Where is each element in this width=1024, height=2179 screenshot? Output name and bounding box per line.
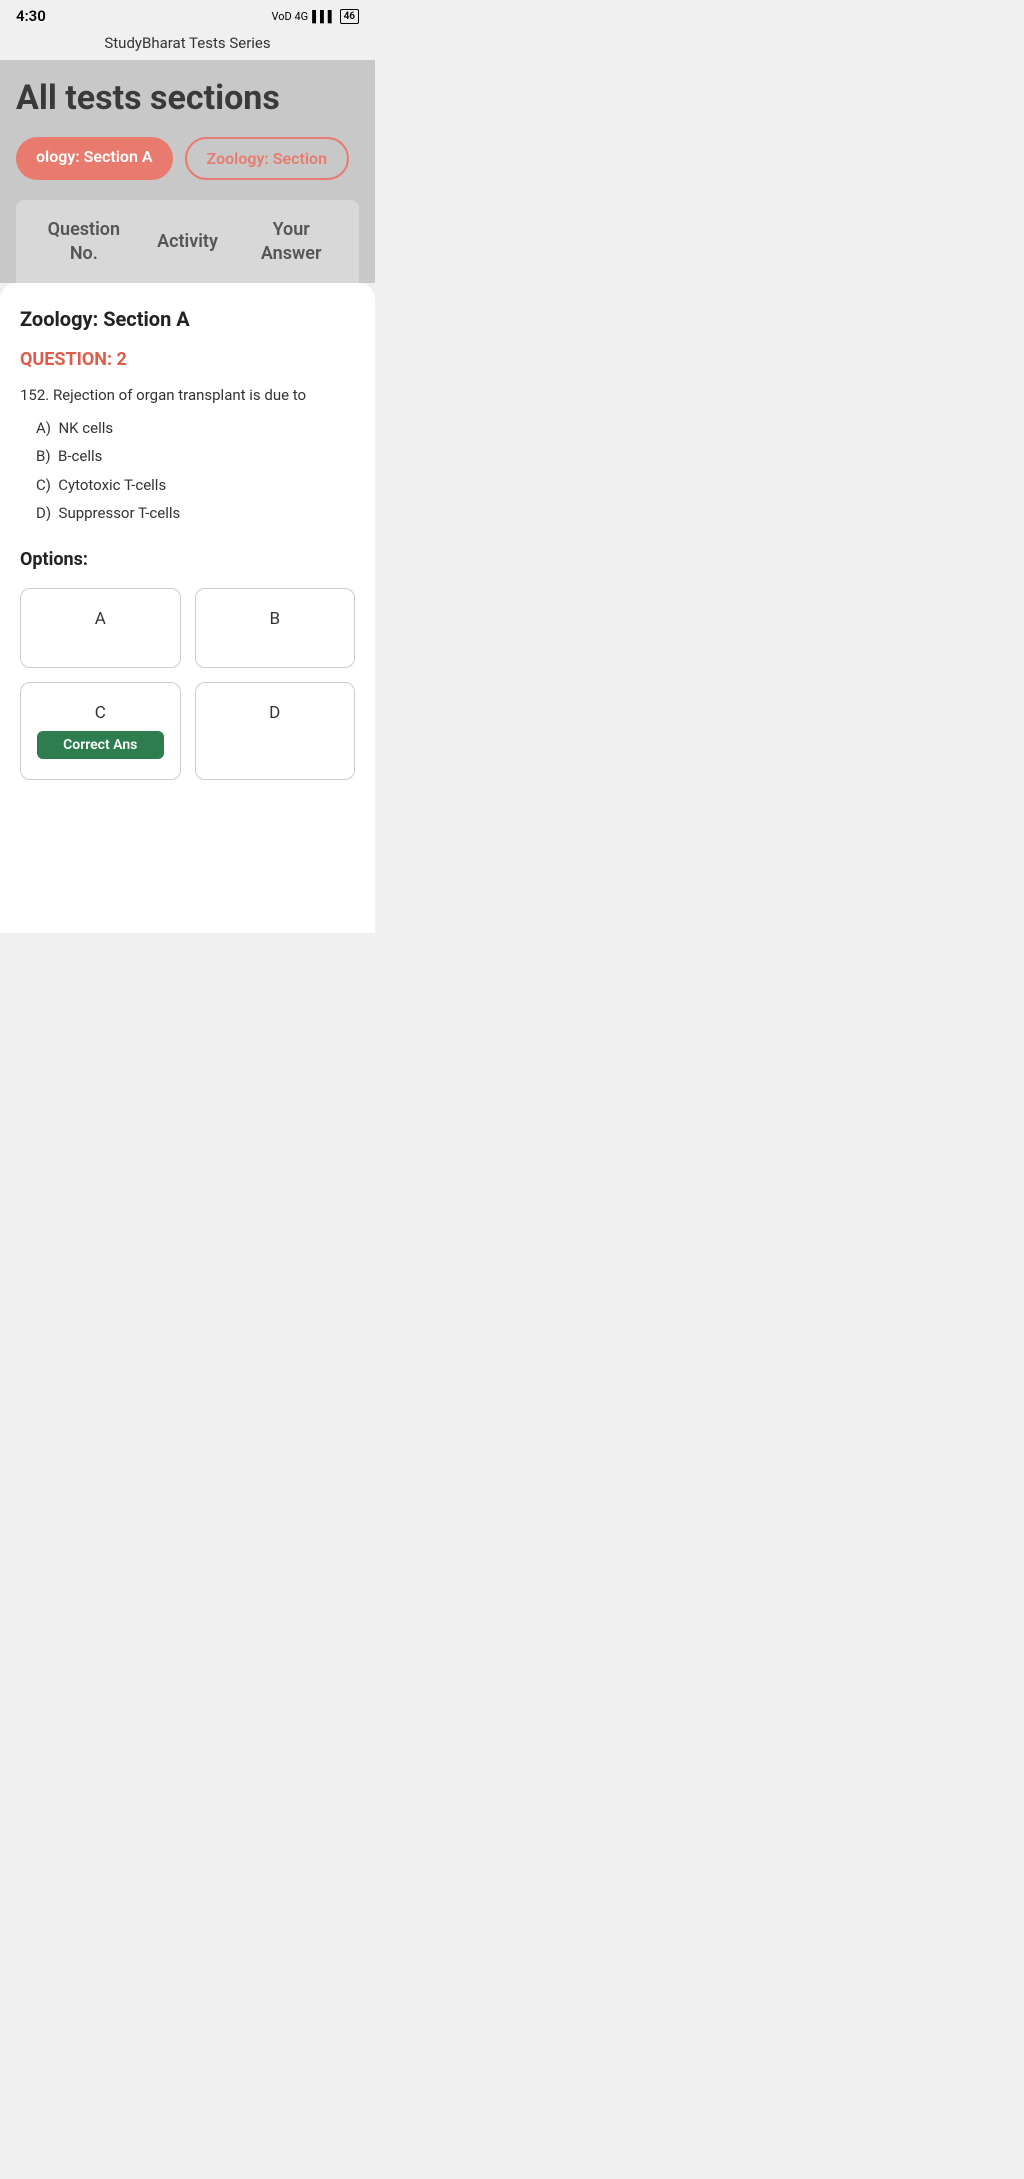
section-tabs: ology: Section A Zoology: Section: [16, 137, 359, 180]
signal-bars: ▌▌▌: [312, 10, 335, 23]
col-activity: Activity: [136, 230, 240, 253]
answer-option-d[interactable]: D: [195, 682, 356, 780]
question-card: Zoology: Section A QUESTION: 2 152. Reje…: [0, 283, 375, 933]
question-text: 152. Rejection of organ transplant is du…: [20, 384, 355, 407]
answer-option-a[interactable]: A: [20, 588, 181, 668]
answer-option-c[interactable]: C Correct Ans: [20, 682, 181, 780]
table-header: QuestionNo. Activity YourAnswer: [16, 200, 359, 283]
status-icons: VoD 4G ▌▌▌ 46: [272, 9, 359, 24]
options-grid: A B C Correct Ans D: [20, 588, 355, 780]
app-header: StudyBharat Tests Series: [0, 28, 375, 60]
option-b: B) B-cells: [36, 445, 355, 468]
tab-zoology-section[interactable]: Zoology: Section: [185, 137, 349, 180]
option-c: C) Cytotoxic T-cells: [36, 474, 355, 497]
answer-option-b[interactable]: B: [195, 588, 356, 668]
col-question-no: QuestionNo.: [32, 218, 136, 265]
section-label: Zoology: Section A: [20, 307, 355, 331]
tab-botany-section-a[interactable]: ology: Section A: [16, 137, 173, 180]
options-label: Options:: [20, 549, 355, 570]
status-bar: 4:30 VoD 4G ▌▌▌ 46: [0, 0, 375, 28]
col-your-answer: YourAnswer: [239, 218, 343, 265]
bg-section: All tests sections ology: Section A Zool…: [0, 60, 375, 283]
question-number: QUESTION: 2: [20, 349, 355, 370]
status-time: 4:30: [16, 7, 46, 25]
app-title: StudyBharat Tests Series: [104, 34, 270, 52]
option-a: A) NK cells: [36, 417, 355, 440]
correct-ans-badge: Correct Ans: [37, 731, 164, 759]
page-title: All tests sections: [16, 80, 359, 117]
option-d: D) Suppressor T-cells: [36, 502, 355, 525]
question-options: A) NK cells B) B-cells C) Cytotoxic T-ce…: [20, 417, 355, 525]
battery-icon: 46: [340, 9, 359, 24]
network-icon: VoD 4G: [272, 10, 309, 23]
